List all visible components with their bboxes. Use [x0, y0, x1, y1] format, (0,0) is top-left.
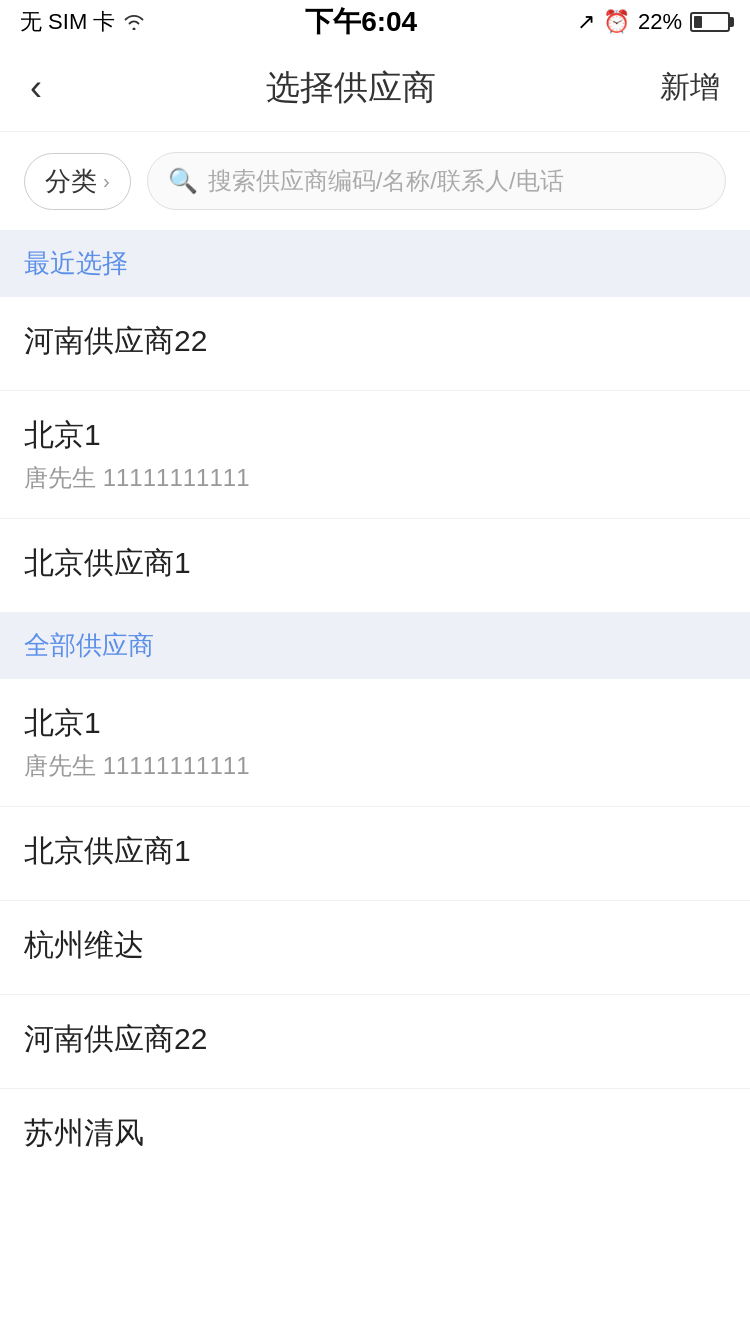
- nav-bar: ‹ 选择供应商 新增: [0, 44, 750, 132]
- item-name: 苏州清风: [24, 1113, 726, 1154]
- search-placeholder: 搜索供应商编码/名称/联系人/电话: [208, 165, 705, 197]
- item-name: 北京供应商1: [24, 543, 726, 584]
- status-bar: 无 SIM 卡 下午6:04 ↗ ⏰ 22%: [0, 0, 750, 44]
- battery-icon: [690, 12, 730, 32]
- all-section-header: 全部供应商: [0, 612, 750, 679]
- search-input-wrap[interactable]: 🔍 搜索供应商编码/名称/联系人/电话: [147, 152, 726, 210]
- battery-text: 22%: [638, 9, 682, 35]
- search-area: 分类 › 🔍 搜索供应商编码/名称/联系人/电话: [0, 132, 750, 230]
- item-name: 河南供应商22: [24, 321, 726, 362]
- wifi-icon: [123, 14, 145, 30]
- status-left: 无 SIM 卡: [20, 7, 145, 37]
- category-button[interactable]: 分类 ›: [24, 153, 131, 210]
- item-name: 北京1: [24, 703, 726, 744]
- recent-list: 河南供应商22 北京1 唐先生 11111111111 北京供应商1: [0, 297, 750, 612]
- item-sub: 唐先生 11111111111: [24, 750, 726, 782]
- item-name: 河南供应商22: [24, 1019, 726, 1060]
- alarm-icon: ⏰: [603, 9, 630, 35]
- all-list-item[interactable]: 河南供应商22: [0, 995, 750, 1089]
- recent-section-header: 最近选择: [0, 230, 750, 297]
- no-sim-text: 无 SIM 卡: [20, 7, 115, 37]
- search-icon: 🔍: [168, 167, 198, 195]
- recent-list-item[interactable]: 河南供应商22: [0, 297, 750, 391]
- all-list-item[interactable]: 北京供应商1: [0, 807, 750, 901]
- item-name: 北京1: [24, 415, 726, 456]
- add-button[interactable]: 新增: [660, 67, 720, 108]
- back-button[interactable]: ‹: [30, 67, 42, 109]
- status-right: ↗ ⏰ 22%: [577, 9, 730, 35]
- chevron-right-icon: ›: [103, 170, 110, 193]
- recent-list-item[interactable]: 北京供应商1: [0, 519, 750, 612]
- all-list-item[interactable]: 苏州清风: [0, 1089, 750, 1182]
- all-list: 北京1 唐先生 11111111111 北京供应商1 杭州维达河南供应商22 苏州清风: [0, 679, 750, 1182]
- category-label: 分类: [45, 164, 97, 199]
- page-title: 选择供应商: [266, 65, 436, 111]
- status-time: 下午6:04: [305, 3, 417, 41]
- item-sub: 唐先生 11111111111: [24, 462, 726, 494]
- item-name: 杭州维达: [24, 925, 726, 966]
- recent-list-item[interactable]: 北京1 唐先生 11111111111: [0, 391, 750, 519]
- all-list-item[interactable]: 杭州维达: [0, 901, 750, 995]
- item-name: 北京供应商1: [24, 831, 726, 872]
- location-icon: ↗: [577, 9, 595, 35]
- all-list-item[interactable]: 北京1 唐先生 11111111111: [0, 679, 750, 807]
